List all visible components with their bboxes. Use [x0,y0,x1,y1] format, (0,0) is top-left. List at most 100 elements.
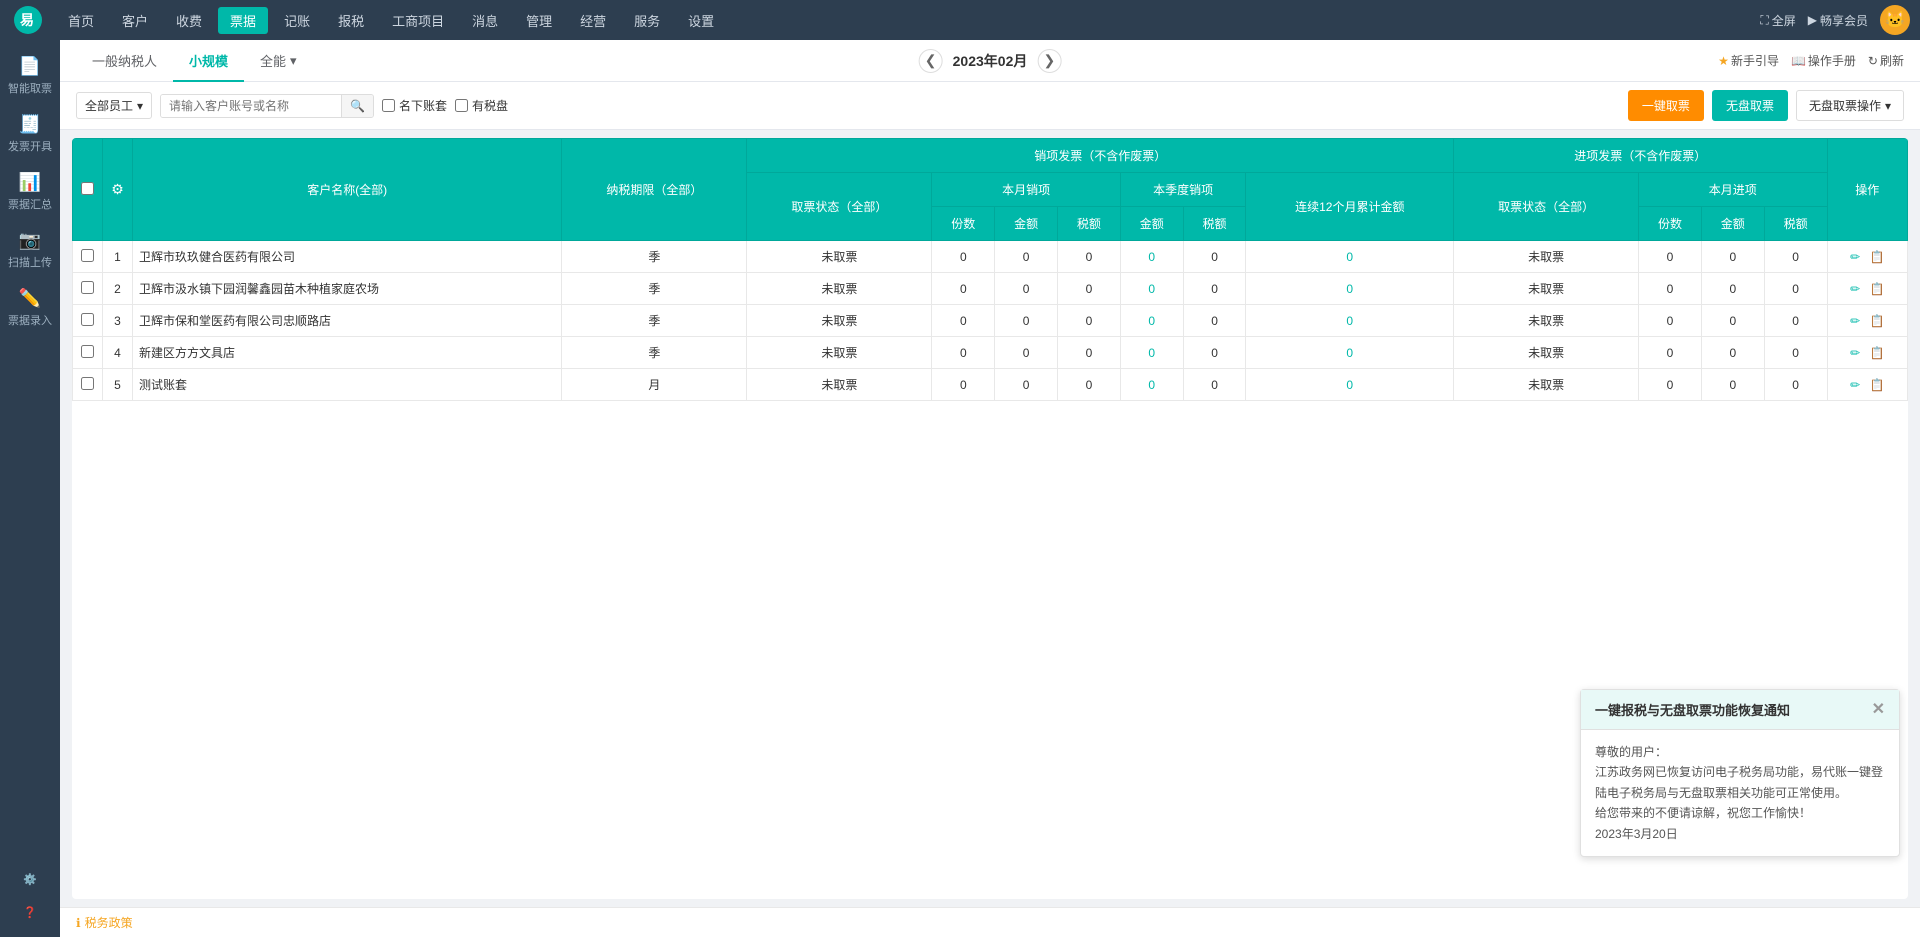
tab-all[interactable]: 全能 ▾ [244,41,313,80]
checkbox-sub-accounts[interactable]: 名下账套 [382,97,447,114]
sidebar-item-ticket-summary[interactable]: 📊 票据汇总 [2,164,58,220]
row-sales-monthly-tax: 0 [1058,337,1121,369]
row-index: 1 [103,241,133,273]
table-row: 3 卫辉市保和堂医药有限公司忠顺路店 季 未取票 0 0 0 0 0 0 未取票… [73,305,1908,337]
row-detail-btn[interactable]: 📋 [1869,378,1884,392]
nav-ticket[interactable]: 票据 [218,7,268,34]
row-12month[interactable]: 0 [1246,305,1454,337]
row-sales-quarterly-tax: 0 [1183,305,1246,337]
nav-business[interactable]: 工商项目 [380,7,456,34]
row-checkbox[interactable] [73,337,103,369]
row-edit-btn[interactable]: ✏ [1850,346,1860,360]
sidebar-bottom-settings[interactable]: ⚙️ [2,865,58,894]
notification-close-btn[interactable]: ✕ [1872,702,1885,718]
table-row: 2 卫辉市汲水镇下园润馨鑫园苗木种植家庭农场 季 未取票 0 0 0 0 0 0… [73,273,1908,305]
nav-tax[interactable]: 报税 [326,7,376,34]
row-sales-quarterly-tax: 0 [1183,273,1246,305]
row-12month[interactable]: 0 [1246,273,1454,305]
ticket-summary-icon: 📊 [19,172,41,193]
nav-settings[interactable]: 设置 [676,7,726,34]
row-sales-status: 未取票 [747,337,932,369]
tab-small-scale[interactable]: 小规模 [173,41,244,82]
smart-ticket-icon: 📄 [19,56,41,77]
nav-customer[interactable]: 客户 [110,7,160,34]
nav-ops[interactable]: 经营 [568,7,618,34]
period-prev-btn[interactable]: ❮ [919,49,943,73]
row-detail-btn[interactable]: 📋 [1869,314,1884,328]
row-checkbox[interactable] [73,273,103,305]
tax-disk-checkbox[interactable] [455,99,468,112]
nav-fee[interactable]: 收费 [164,7,214,34]
select-all-checkbox[interactable] [81,182,94,195]
tab-general-taxpayer[interactable]: 一般纳税人 [76,41,173,82]
row-tax-period: 季 [562,337,747,369]
row-edit-btn[interactable]: ✏ [1850,314,1860,328]
row-edit-btn[interactable]: ✏ [1850,250,1860,264]
row-sales-status: 未取票 [747,369,932,401]
row-sales-monthly-tax: 0 [1058,241,1121,273]
row-index: 2 [103,273,133,305]
user-avatar[interactable]: 🐱 [1880,5,1910,35]
row-checkbox[interactable] [73,241,103,273]
row-edit-btn[interactable]: ✏ [1850,378,1860,392]
col-gear-header[interactable]: ⚙ [103,139,133,241]
period-next-btn[interactable]: ❯ [1037,49,1061,73]
row-sales-quarterly-tax: 0 [1183,337,1246,369]
search-input[interactable] [161,95,341,117]
bottom-bar[interactable]: ℹ 税务政策 [60,907,1920,937]
sidebar-item-scan-upload[interactable]: 📷 扫描上传 [2,222,58,278]
no-disk-ops-btn[interactable]: 无盘取票操作 ▾ [1796,90,1904,121]
sidebar-item-smart-ticket[interactable]: 📄 智能取票 [2,48,58,104]
row-sales-quarterly-amount[interactable]: 0 [1120,241,1183,273]
row-sales-quarterly-amount[interactable]: 0 [1120,273,1183,305]
nav-accounting[interactable]: 记账 [272,7,322,34]
row-customer: 卫辉市汲水镇下园润馨鑫园苗木种植家庭农场 [133,273,562,305]
checkbox-tax-disk[interactable]: 有税盘 [455,97,508,114]
sub-accounts-checkbox[interactable] [382,99,395,112]
row-sales-quarterly-amount[interactable]: 0 [1120,337,1183,369]
row-sales-quarterly-amount[interactable]: 0 [1120,369,1183,401]
row-tax-period: 季 [562,305,747,337]
table-row: 1 卫辉市玖玖健合医药有限公司 季 未取票 0 0 0 0 0 0 未取票 0 … [73,241,1908,273]
row-checkbox[interactable] [73,369,103,401]
no-disk-ticket-btn[interactable]: 无盘取票 [1712,90,1788,121]
row-detail-btn[interactable]: 📋 [1869,282,1884,296]
row-12month[interactable]: 0 [1246,241,1454,273]
fullscreen-btn[interactable]: ⛶ 全屏 [1760,12,1795,29]
member-icon: ▶ [1808,13,1817,27]
nav-message[interactable]: 消息 [460,7,510,34]
col-monthly-sales-header: 本月销项 [932,173,1120,207]
col-sales-header: 销项发票（不含作废票） [747,139,1454,173]
col-tax-period-header: 纳税期限（全部） [562,139,747,241]
row-edit-btn[interactable]: ✏ [1850,282,1860,296]
row-detail-btn[interactable]: 📋 [1869,250,1884,264]
sidebar-item-ticket-entry[interactable]: ✏️ 票据录入 [2,280,58,336]
one-click-ticket-btn[interactable]: 一键取票 [1628,90,1704,121]
row-sales-quarterly-amount[interactable]: 0 [1120,305,1183,337]
manual-btn[interactable]: 📖 操作手册 [1791,52,1856,69]
sidebar-item-invoice-issue[interactable]: 🧾 发票开具 [2,106,58,162]
row-12month[interactable]: 0 [1246,369,1454,401]
row-index: 5 [103,369,133,401]
row-detail-btn[interactable]: 📋 [1869,346,1884,360]
nav-home[interactable]: 首页 [56,7,106,34]
nav-manage[interactable]: 管理 [514,7,564,34]
header-tabs: 一般纳税人 小规模 全能 ▾ [76,41,313,81]
row-checkbox[interactable] [73,305,103,337]
dropdown-icon: ▾ [137,99,143,113]
sidebar-bottom-help[interactable]: ❓ [2,898,58,927]
search-button[interactable]: 🔍 [341,95,373,117]
member-btn[interactable]: ▶ 畅享会员 [1808,12,1868,29]
employee-select[interactable]: 全部员工 ▾ [76,92,152,119]
row-12month[interactable]: 0 [1246,337,1454,369]
top-navigation: 易 首页 客户 收费 票据 记账 报税 工商项目 消息 管理 经营 服务 设置 … [0,0,1920,40]
new-guide-btn[interactable]: ★ 新手引导 [1718,52,1779,69]
refresh-btn[interactable]: ↻ 刷新 [1868,52,1904,69]
row-tax-period: 季 [562,241,747,273]
col-monthly-purchase-header: 本月进项 [1639,173,1827,207]
nav-service[interactable]: 服务 [622,7,672,34]
row-purchase-monthly-count: 0 [1639,273,1702,305]
row-customer: 卫辉市玖玖健合医药有限公司 [133,241,562,273]
chevron-down-icon: ▾ [290,53,297,69]
col-sales-status-header: 取票状态（全部） [747,173,932,241]
